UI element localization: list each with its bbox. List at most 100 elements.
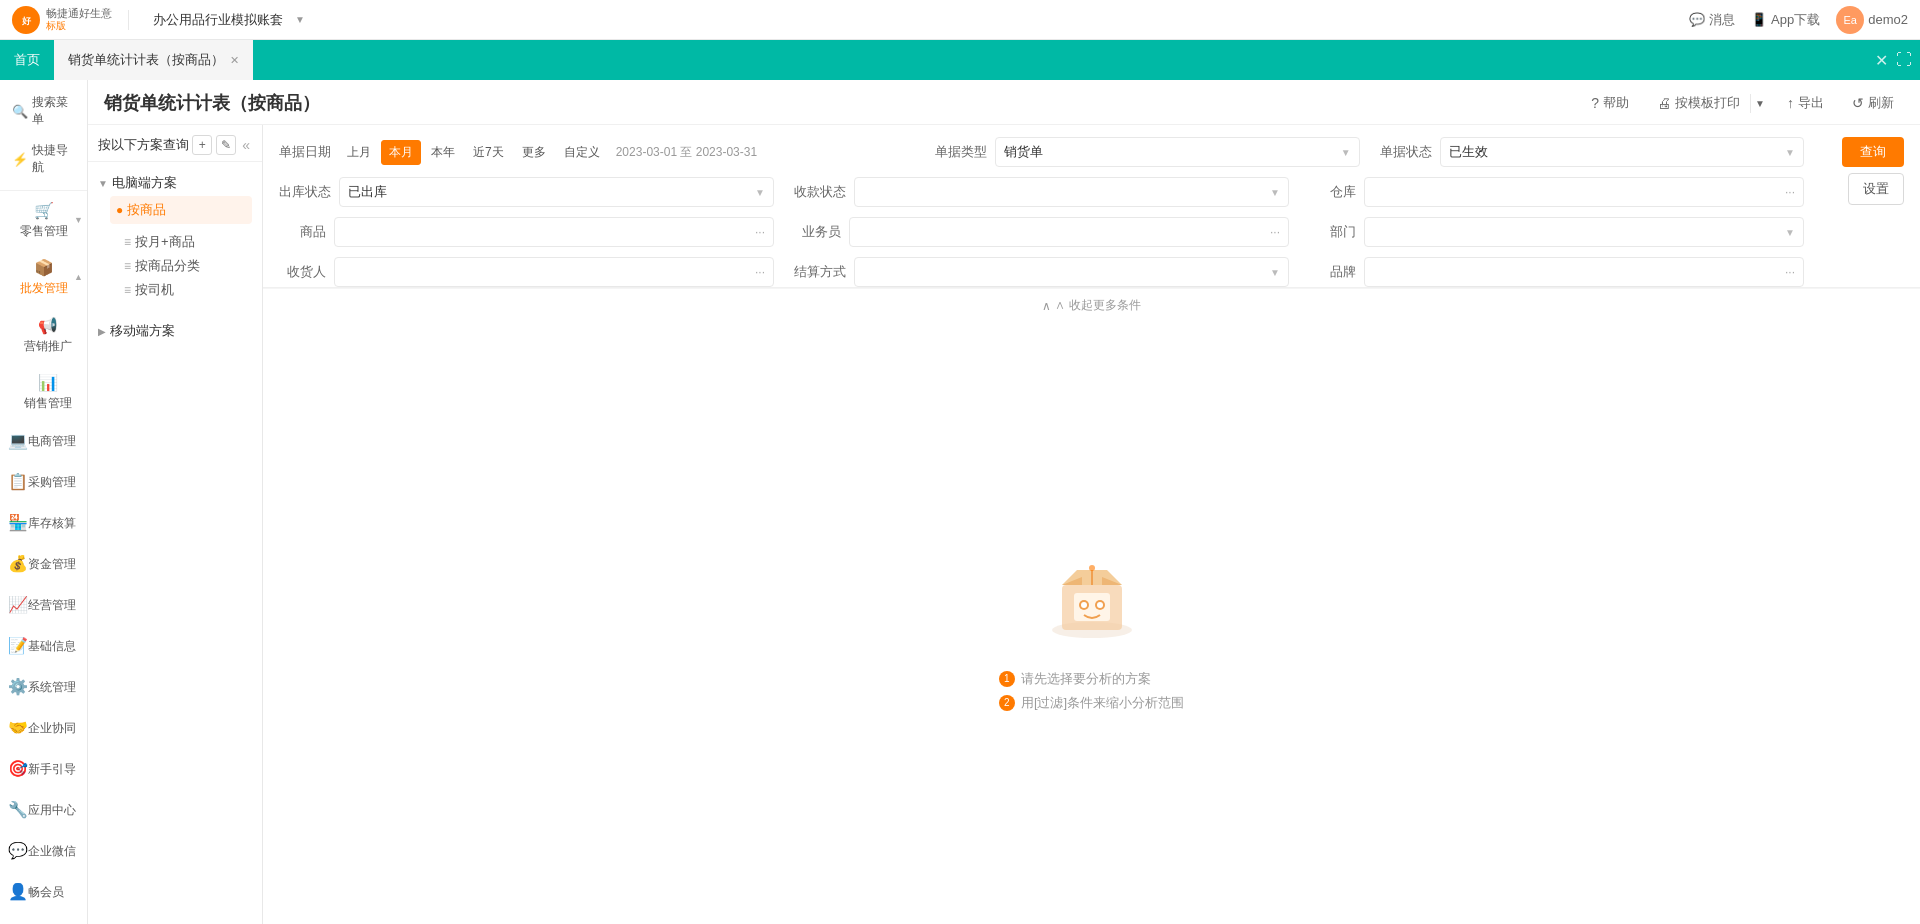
brand-dots[interactable]: ··· (1785, 265, 1795, 279)
sidebar-item-finance[interactable]: 💰 资金管理 (0, 544, 87, 585)
sidebar-item-inventory[interactable]: 🏪 库存核算 (0, 503, 87, 544)
date-tab-more[interactable]: 更多 (514, 140, 554, 165)
type-dropdown-arrow: ▼ (1341, 147, 1351, 158)
message-icon: 💬 (1689, 12, 1705, 27)
sidebar-item-marketing[interactable]: 📢 营销推广 (0, 306, 87, 363)
user-name: demo2 (1868, 12, 1908, 27)
filter-dept-input[interactable]: ▼ (1364, 217, 1804, 247)
filter-row-2: 出库状态 已出库 ▼ 收款状态 (279, 177, 1804, 207)
staff-dots[interactable]: ··· (1270, 225, 1280, 239)
sidebar-quick-nav-label: 快捷导航 (32, 142, 75, 176)
svg-point-8 (1097, 602, 1103, 608)
svg-text:好: 好 (21, 16, 32, 26)
sub-scheme-driver[interactable]: ≡ 按司机 (120, 278, 252, 302)
settings-button[interactable]: 设置 (1848, 173, 1904, 205)
sidebar-system-label: 系统管理 (28, 680, 76, 694)
sidebar-item-appstore[interactable]: 🔧 应用中心 (0, 790, 87, 831)
user-area[interactable]: Ea demo2 (1836, 6, 1908, 34)
scheme-collapse-button[interactable]: « (240, 137, 252, 153)
sidebar-item-basics[interactable]: 📝 基础信息 (0, 626, 87, 667)
sidebar-item-enterprise[interactable]: 🤝 企业协同 (0, 708, 87, 749)
filter-settlement-input[interactable]: ▼ (854, 257, 1289, 287)
scheme-item-active-icon: ● (116, 203, 123, 217)
member-icon: 👤 (8, 882, 28, 901)
status-dropdown-arrow: ▼ (1785, 147, 1795, 158)
sidebar-item-member[interactable]: 👤 畅会员 (0, 872, 87, 913)
filter-cell-type: 单据类型 销货单 ▼ (935, 137, 1359, 167)
filter-label-status: 单据状态 (1380, 143, 1440, 161)
date-tab-last-month[interactable]: 上月 (339, 140, 379, 165)
filter-payment-input[interactable]: ▼ (854, 177, 1289, 207)
filter-label-receiver: 收货人 (279, 263, 334, 281)
tab-close-all-icon[interactable]: ✕ (1875, 51, 1888, 70)
scheme-add-button[interactable]: + (192, 135, 212, 155)
collapse-arrow-icon: ∧ (1042, 299, 1051, 313)
sidebar-item-wholesale[interactable]: 📦 批发管理 ▲ (0, 248, 87, 305)
date-tab-7days[interactable]: 近7天 (465, 140, 512, 165)
sub-scheme-month-product[interactable]: ≡ 按月+商品 (120, 230, 252, 254)
filter-label-warehouse: 仓库 (1309, 183, 1364, 201)
filter-type-value: 销货单 (1004, 143, 1340, 161)
message-action[interactable]: 💬 消息 (1689, 11, 1735, 29)
sidebar-item-wechat[interactable]: 💬 企业微信 (0, 831, 87, 872)
filter-cell-payment: 收款状态 ▼ (794, 177, 1289, 207)
query-button[interactable]: 查询 (1842, 137, 1904, 167)
filter-product-input[interactable]: ··· (334, 217, 774, 247)
receiver-dots[interactable]: ··· (755, 265, 765, 279)
logo-text: 畅捷通好生意 标版 (46, 7, 112, 32)
sidebar-item-ecommerce[interactable]: 💻 电商管理 (0, 421, 87, 462)
tab-home-label: 首页 (14, 51, 40, 69)
sidebar-quick-nav[interactable]: ⚡ 快捷导航 (4, 136, 83, 182)
warehouse-dots[interactable]: ··· (1785, 185, 1795, 199)
tab-home[interactable]: 首页 (0, 40, 54, 80)
app-download-action[interactable]: 📱 App下载 (1751, 11, 1820, 29)
filter-cell-staff: 业务员 ··· (794, 217, 1289, 247)
refresh-button[interactable]: ↺ 刷新 (1842, 90, 1904, 116)
scheme-panel-actions: + ✎ « (192, 135, 252, 155)
print-chevron-icon: ▼ (1755, 98, 1765, 109)
marketing-icon: 📢 (38, 316, 58, 335)
date-tab-this-year[interactable]: 本年 (423, 140, 463, 165)
sidebar-item-guide[interactable]: 🎯 新手引导 (0, 749, 87, 790)
filter-type-input[interactable]: 销货单 ▼ (995, 137, 1359, 167)
sidebar-item-retail[interactable]: 🛒 零售管理 ▼ (0, 191, 87, 248)
svg-rect-4 (1074, 593, 1110, 621)
date-tab-custom[interactable]: 自定义 (556, 140, 608, 165)
sidebar-item-operation[interactable]: 📈 经营管理 (0, 585, 87, 626)
workspace-arrow-icon[interactable]: ▼ (295, 14, 305, 25)
sidebar-search-menu[interactable]: 🔍 搜索菜单 (4, 88, 83, 134)
page-title-bar: 销货单统计计表（按商品） ? 帮助 🖨 按模板打印 ▼ ↑ (88, 80, 1920, 125)
filter-status-input[interactable]: 已生效 ▼ (1440, 137, 1804, 167)
sidebar-finance-label: 资金管理 (28, 557, 76, 571)
collapse-bar[interactable]: ∧ ∧ 收起更多条件 (263, 288, 1920, 322)
export-button[interactable]: ↑ 导出 (1777, 90, 1834, 116)
filter-brand-input[interactable]: ··· (1364, 257, 1804, 287)
filter-outbound-value: 已出库 (348, 183, 755, 201)
tab-close-icon[interactable]: ✕ (230, 54, 239, 67)
tab-sales-stats[interactable]: 销货单统计计表（按商品） ✕ (54, 40, 253, 80)
date-tab-this-month[interactable]: 本月 (381, 140, 421, 165)
tab-expand-icon[interactable]: ⛶ (1896, 51, 1912, 69)
sidebar-retail-label: 零售管理 (20, 224, 68, 238)
filter-row-1: 单据日期 上月 本月 本年 近7天 更多 自定义 (279, 137, 1804, 167)
sub-scheme-product-category[interactable]: ≡ 按商品分类 (120, 254, 252, 278)
product-dots[interactable]: ··· (755, 225, 765, 239)
filter-cell-settlement: 结算方式 ▼ (794, 257, 1289, 287)
filter-label-outbound: 出库状态 (279, 183, 339, 201)
sub-scheme-icon-2: ≡ (124, 259, 131, 273)
scheme-group-mobile-header[interactable]: ▶ 移动端方案 (98, 318, 252, 344)
filter-receiver-input[interactable]: ··· (334, 257, 774, 287)
filter-outbound-input[interactable]: 已出库 ▼ (339, 177, 774, 207)
sidebar-item-system[interactable]: ⚙️ 系统管理 (0, 667, 87, 708)
help-button[interactable]: ? 帮助 (1581, 90, 1639, 116)
sidebar-item-sales-mgmt[interactable]: 📊 销售管理 (0, 363, 87, 420)
sidebar-item-procurement[interactable]: 📋 采购管理 (0, 462, 87, 503)
filter-warehouse-input[interactable]: ··· (1364, 177, 1804, 207)
scheme-edit-button[interactable]: ✎ (216, 135, 236, 155)
filter-staff-input[interactable]: ··· (849, 217, 1289, 247)
scheme-group-desktop-header[interactable]: ▼ 电脑端方案 (98, 170, 252, 196)
print-button[interactable]: 🖨 按模板打印 (1647, 90, 1750, 116)
scheme-item-by-product[interactable]: ● 按商品 (110, 196, 252, 224)
scheme-group-desktop-label: 电脑端方案 (112, 174, 177, 192)
print-dropdown-button[interactable]: ▼ (1750, 94, 1769, 113)
